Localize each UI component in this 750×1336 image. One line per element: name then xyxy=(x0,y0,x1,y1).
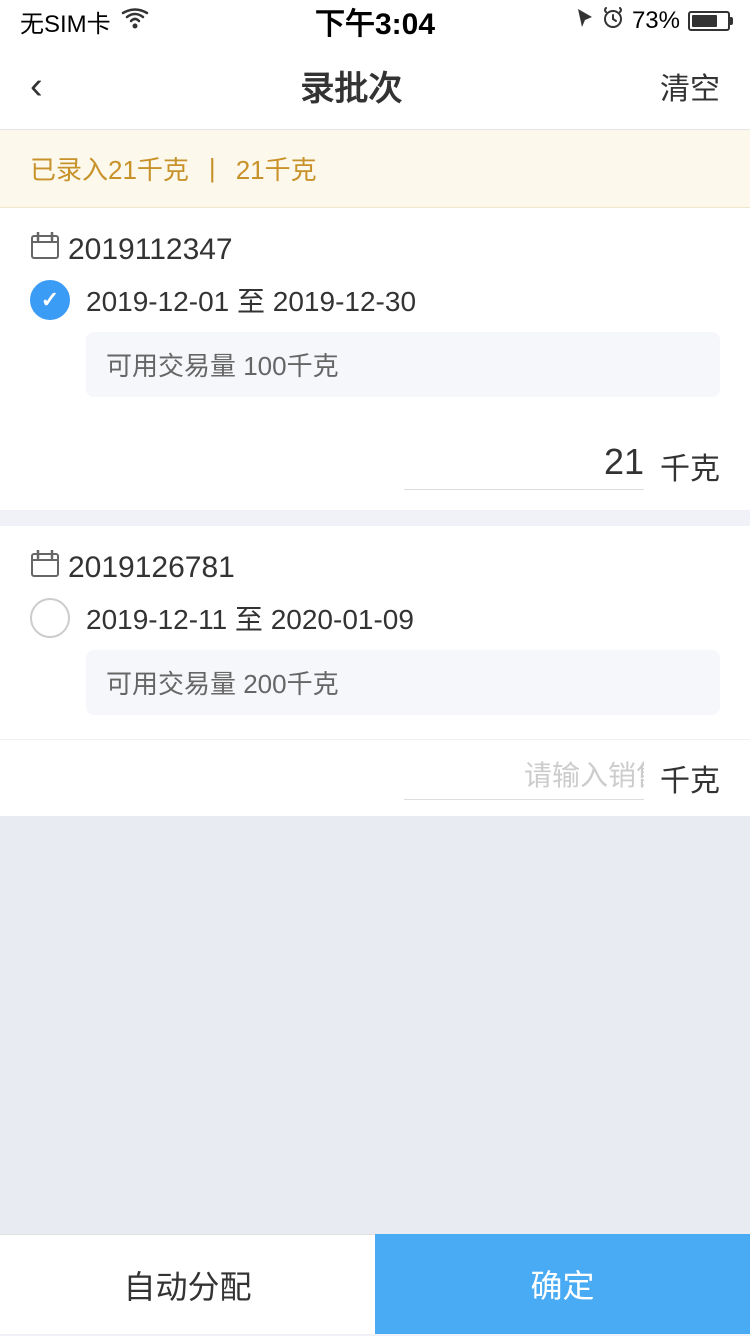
section-divider-1 xyxy=(0,510,750,526)
wifi-icon xyxy=(121,7,149,36)
batch-1-available: 可用交易量 100千克 xyxy=(86,332,720,397)
location-icon xyxy=(576,7,594,36)
batch-1-radio[interactable] xyxy=(30,280,70,320)
batch-2-date: 2019-12-11 至 2020-01-09 xyxy=(86,598,414,638)
batch-2-unit: 千克 xyxy=(660,756,720,800)
batch-item-1: 2019112347 2019-12-01 至 2019-12-30 可用交易量… xyxy=(0,208,750,510)
batch-2-input-area: 千克 xyxy=(0,739,750,816)
batch-1-quantity-value[interactable]: 21 xyxy=(604,441,644,483)
batch-1-icon xyxy=(30,232,60,268)
batch-2-available: 可用交易量 200千克 xyxy=(86,650,720,715)
batch-2-icon xyxy=(30,550,60,586)
page-title: 录批次 xyxy=(300,61,402,110)
nav-bar: ‹ 录批次 清空 xyxy=(0,42,750,130)
batch-2-date-row: 2019-12-11 至 2020-01-09 xyxy=(30,598,720,638)
summary-bar: 已录入21千克 | 21千克 xyxy=(0,130,750,208)
status-bar: 无SIM卡 下午3:04 73% xyxy=(0,0,750,42)
batch-2-id: 2019126781 xyxy=(68,551,235,585)
summary-value: 21千克 xyxy=(236,150,317,187)
status-time: 下午3:04 xyxy=(315,0,435,43)
auto-distribute-button[interactable]: 自动分配 xyxy=(0,1234,375,1334)
summary-divider: | xyxy=(209,153,216,184)
batch-1-date: 2019-12-01 至 2019-12-30 xyxy=(86,280,416,320)
status-left: 无SIM卡 xyxy=(20,4,149,39)
batch-2-input-underline[interactable] xyxy=(404,756,644,800)
battery-percent: 73% xyxy=(632,7,680,35)
batch-1-date-row: 2019-12-01 至 2019-12-30 xyxy=(30,280,720,320)
status-right: 73% xyxy=(576,7,730,36)
confirm-button[interactable]: 确定 xyxy=(375,1234,750,1334)
batch-2-quantity-input[interactable] xyxy=(524,756,644,793)
back-button[interactable]: ‹ xyxy=(30,67,43,105)
empty-area xyxy=(0,816,750,1236)
bottom-bar: 自动分配 确定 xyxy=(0,1234,750,1334)
carrier-label: 无SIM卡 xyxy=(20,4,111,39)
main-content: 2019112347 2019-12-01 至 2019-12-30 可用交易量… xyxy=(0,208,750,1336)
batch-1-quantity-row: 21 千克 xyxy=(0,421,750,510)
batch-item-2: 2019126781 2019-12-11 至 2020-01-09 可用交易量… xyxy=(0,526,750,816)
battery-icon xyxy=(688,11,730,31)
batch-1-header: 2019112347 xyxy=(30,232,720,268)
batch-1-unit: 千克 xyxy=(660,444,720,488)
alarm-icon xyxy=(602,7,624,36)
batch-2-radio[interactable] xyxy=(30,598,70,638)
batch-1-input-underline: 21 xyxy=(404,441,644,490)
summary-label: 已录入21千克 xyxy=(30,150,189,187)
batch-1-id: 2019112347 xyxy=(68,233,233,267)
batch-2-header: 2019126781 xyxy=(30,550,720,586)
clear-button[interactable]: 清空 xyxy=(660,64,720,108)
